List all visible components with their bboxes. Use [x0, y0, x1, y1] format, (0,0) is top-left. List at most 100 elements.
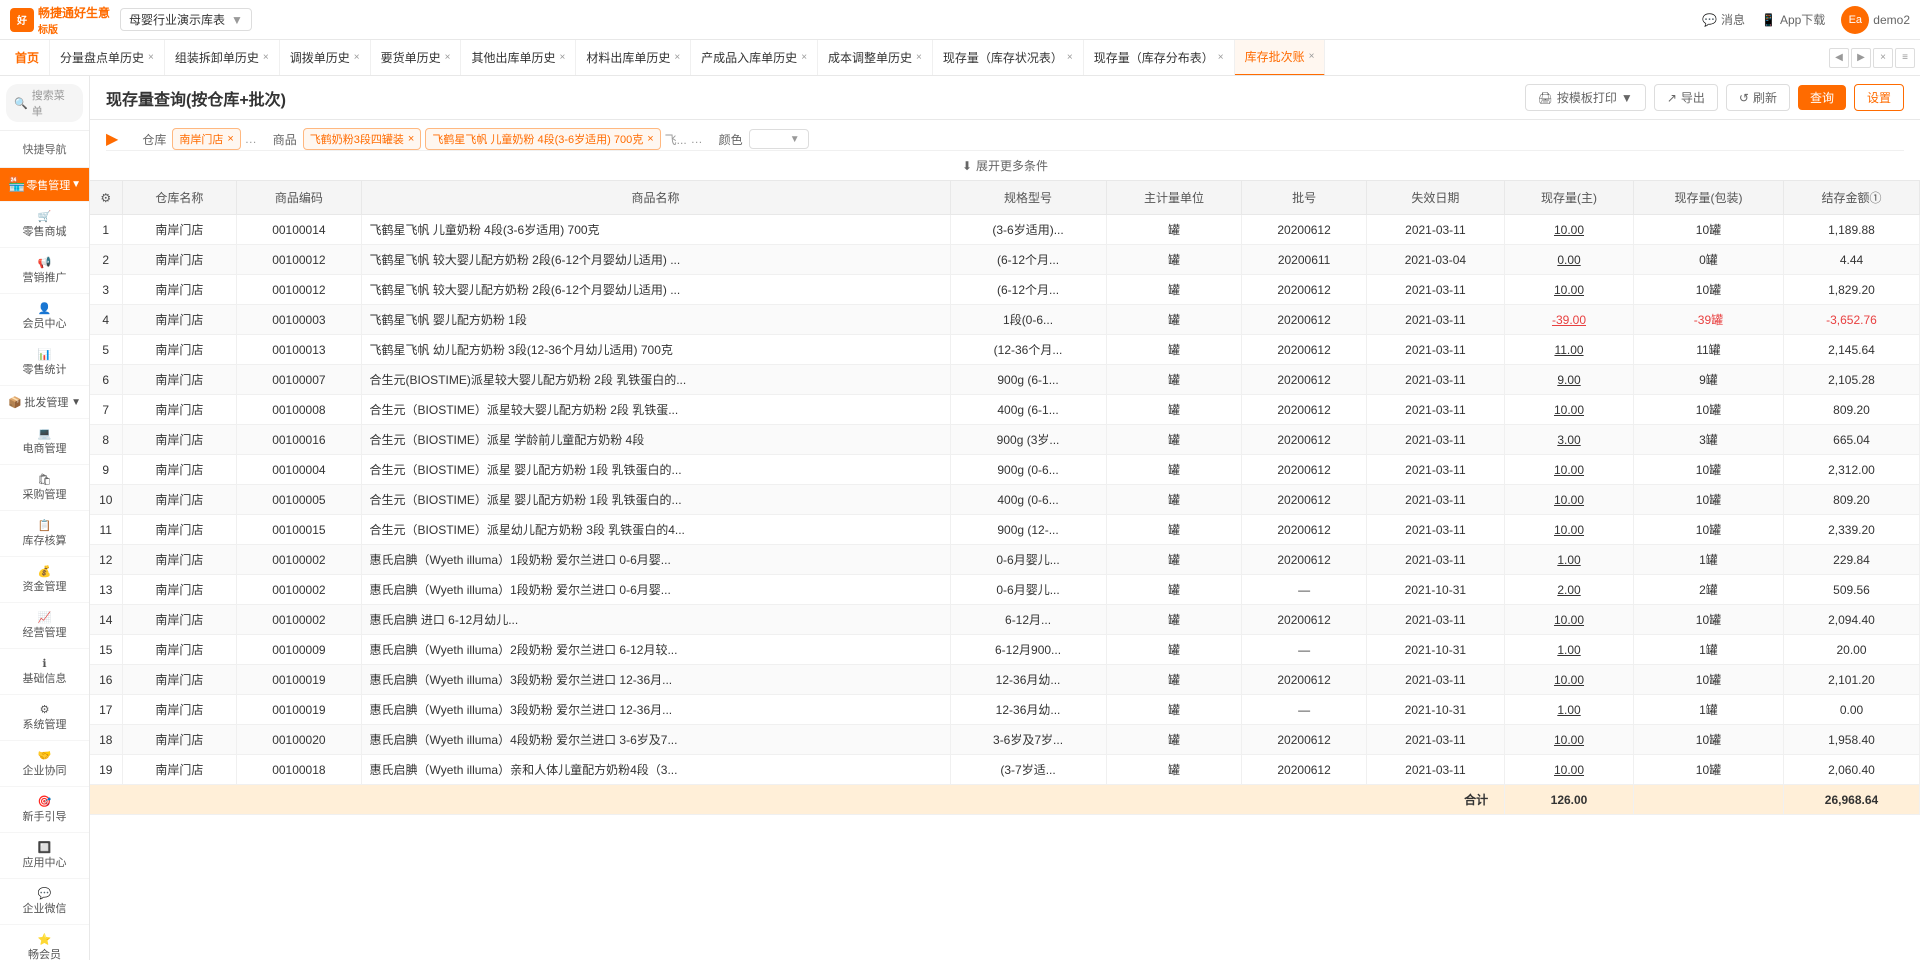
sidebar-item-inventory[interactable]: 📋 库存核算 — [0, 511, 89, 557]
col-settings[interactable]: ⚙ — [90, 181, 122, 215]
sidebar-item-marketing[interactable]: 📢 营销推广 — [0, 248, 89, 294]
sidebar-item-apps[interactable]: 🔲 应用中心 — [0, 833, 89, 879]
tab-qitachu[interactable]: 其他出库单历史 × — [461, 40, 576, 76]
tab-home[interactable]: 首页 — [5, 40, 50, 76]
col-name: 商品名称 — [361, 181, 950, 215]
cell-qty[interactable]: 10.00 — [1505, 215, 1634, 245]
cell-qty[interactable]: 10.00 — [1505, 395, 1634, 425]
tab-yaohuo[interactable]: 要货单历史 × — [371, 40, 462, 76]
query-btn[interactable]: 查询 — [1798, 85, 1846, 110]
remove-warehouse-tag[interactable]: × — [227, 133, 233, 145]
settings-btn[interactable]: 设置 — [1854, 84, 1904, 111]
col-expiry: 失效日期 — [1366, 181, 1504, 215]
close-icon[interactable]: × — [1309, 51, 1315, 62]
cell-warehouse: 南岸门店 — [122, 635, 237, 665]
sidebar-item-enterprise[interactable]: 🤝 企业协同 — [0, 741, 89, 787]
cell-qty[interactable]: 1.00 — [1505, 545, 1634, 575]
sidebar-item-shop[interactable]: 🛒 零售商城 — [0, 202, 89, 248]
cell-no: 11 — [90, 515, 122, 545]
cell-amount: 509.56 — [1783, 575, 1919, 605]
search-input[interactable]: 🔍 搜索菜单 — [6, 84, 83, 122]
remove-product-tag-1[interactable]: × — [408, 133, 414, 145]
cell-no: 19 — [90, 755, 122, 785]
close-icon[interactable]: × — [1218, 52, 1224, 63]
expand-more-btn[interactable]: ⬇ 展开更多条件 — [106, 150, 1904, 180]
user-area[interactable]: Ea demo2 — [1841, 6, 1910, 34]
sidebar-item-finance[interactable]: 💰 资金管理 — [0, 557, 89, 603]
sidebar-item-retail[interactable]: 🏪 零售管理 ▼ — [0, 168, 89, 202]
app-icon: 📱 — [1761, 13, 1776, 27]
nav-next[interactable]: ▶ — [1851, 48, 1871, 68]
cell-unit: 罐 — [1106, 635, 1242, 665]
color-input[interactable]: ▼ — [749, 129, 809, 149]
cell-qty[interactable]: 10.00 — [1505, 665, 1634, 695]
cell-qty[interactable]: 9.00 — [1505, 365, 1634, 395]
sidebar-item-wholesale[interactable]: 📦 批发管理 ▼ — [0, 386, 89, 419]
close-icon[interactable]: × — [445, 52, 451, 63]
cell-qty[interactable]: 1.00 — [1505, 635, 1634, 665]
nav-tabs: 首页 分量盘点单历史 × 组装拆卸单历史 × 调拨单历史 × 要货单历史 × 其… — [0, 40, 1920, 76]
close-icon[interactable]: × — [263, 52, 269, 63]
filter-product-tags: 飞鹤奶粉3段四罐装 × 飞鹤星飞帆 儿童奶粉 4段(3-6岁适用) 700克 ×… — [303, 128, 703, 150]
sidebar-item-member[interactable]: 👤 会员中心 — [0, 294, 89, 340]
filter-product-more[interactable]: 飞... — [665, 131, 687, 148]
filter-product-ellipsis[interactable]: … — [691, 132, 703, 146]
cell-qty[interactable]: 10.00 — [1505, 275, 1634, 305]
tab-zuzhuang[interactable]: 组装拆卸单历史 × — [165, 40, 280, 76]
cell-batch: 20200612 — [1242, 665, 1366, 695]
sidebar-item-retail-stats[interactable]: 📊 零售统计 — [0, 340, 89, 386]
message-btn[interactable]: 💬 消息 — [1702, 11, 1745, 28]
sidebar-item-wechat[interactable]: 💬 企业微信 — [0, 879, 89, 925]
sidebar-item-quicknav[interactable]: 快捷导航 — [0, 135, 89, 163]
tab-chengb[interactable]: 成本调整单历史 × — [818, 40, 933, 76]
export-btn[interactable]: ↗ 导出 — [1654, 84, 1718, 111]
sidebar-item-guide[interactable]: 🎯 新手引导 — [0, 787, 89, 833]
cell-qty[interactable]: 10.00 — [1505, 605, 1634, 635]
tab-diaob[interactable]: 调拨单历史 × — [280, 40, 371, 76]
cell-qty[interactable]: 10.00 — [1505, 755, 1634, 785]
cell-qty[interactable]: 3.00 — [1505, 425, 1634, 455]
nav-prev[interactable]: ◀ — [1829, 48, 1849, 68]
tab-cailiao[interactable]: 材料出库单历史 × — [576, 40, 691, 76]
tab-chanch[interactable]: 产成品入库单历史 × — [691, 40, 818, 76]
cell-qty-pkg: 10罐 — [1633, 215, 1783, 245]
cell-qty[interactable]: 10.00 — [1505, 515, 1634, 545]
sidebar-item-basic[interactable]: ℹ 基础信息 — [0, 649, 89, 695]
tab-kucun-pici[interactable]: 库存批次账 × — [1235, 40, 1326, 76]
cell-qty[interactable]: 10.00 — [1505, 725, 1634, 755]
close-icon[interactable]: × — [674, 52, 680, 63]
sidebar-item-vip[interactable]: ⭐ 畅会员 — [0, 925, 89, 960]
close-icon[interactable]: × — [354, 52, 360, 63]
sidebar-item-operation[interactable]: 📈 经营管理 — [0, 603, 89, 649]
cell-name: 合生元（BIOSTIME）派星 婴儿配方奶粉 1段 乳铁蛋白的... — [361, 455, 950, 485]
cell-qty[interactable]: -39.00 — [1505, 305, 1634, 335]
remove-product-tag-2[interactable]: × — [647, 133, 653, 145]
close-icon[interactable]: × — [148, 52, 154, 63]
refresh-btn[interactable]: ↺ 刷新 — [1726, 84, 1790, 111]
print-btn[interactable]: 🖨 按模板打印 ▼ — [1525, 84, 1646, 111]
nav-menu[interactable]: ≡ — [1895, 48, 1915, 68]
filter-toggle-btn[interactable]: ▶ — [106, 129, 118, 149]
cell-qty[interactable]: 10.00 — [1505, 485, 1634, 515]
tab-xiancun1[interactable]: 现存量（库存状况表） × — [933, 40, 1084, 76]
filter-ellipsis[interactable]: … — [245, 132, 257, 146]
close-icon[interactable]: × — [916, 52, 922, 63]
cell-unit: 罐 — [1106, 275, 1242, 305]
sidebar-item-ecom[interactable]: 💻 电商管理 — [0, 419, 89, 465]
table-body: 1 南岸门店 00100014 飞鹤星飞帆 儿童奶粉 4段(3-6岁适用) 70… — [90, 215, 1920, 815]
nav-close-all[interactable]: × — [1873, 48, 1893, 68]
company-dropdown[interactable]: 母婴行业演示库表 ▼ — [120, 8, 252, 31]
app-download-btn[interactable]: 📱 App下载 — [1761, 11, 1825, 28]
cell-qty[interactable]: 10.00 — [1505, 455, 1634, 485]
sidebar-item-system[interactable]: ⚙ 系统管理 — [0, 695, 89, 741]
cell-qty[interactable]: 0.00 — [1505, 245, 1634, 275]
close-icon[interactable]: × — [801, 52, 807, 63]
cell-qty[interactable]: 1.00 — [1505, 695, 1634, 725]
cell-qty[interactable]: 2.00 — [1505, 575, 1634, 605]
close-icon[interactable]: × — [1067, 52, 1073, 63]
tab-fenpan[interactable]: 分量盘点单历史 × — [50, 40, 165, 76]
cell-qty[interactable]: 11.00 — [1505, 335, 1634, 365]
sidebar-item-purchase[interactable]: 🛍 采购管理 — [0, 465, 89, 511]
close-icon[interactable]: × — [559, 52, 565, 63]
tab-xiancun2[interactable]: 现存量（库存分布表） × — [1084, 40, 1235, 76]
